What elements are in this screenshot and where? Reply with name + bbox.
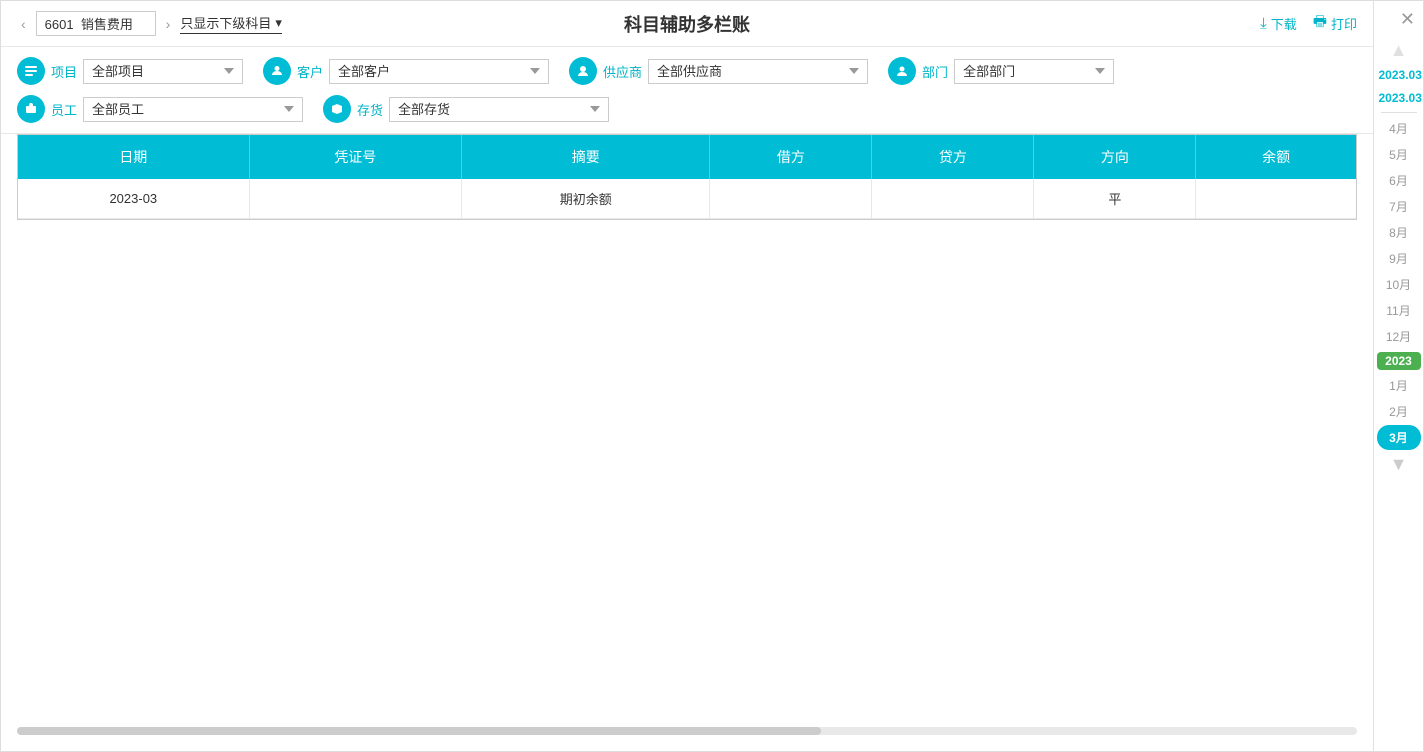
col-direction: 方向 — [1034, 135, 1196, 179]
sidebar-period-2[interactable]: 2023.03 — [1377, 87, 1421, 109]
sidebar-down-arrow[interactable]: ▼ — [1386, 451, 1412, 477]
prev-account-button[interactable]: ‹ — [17, 14, 30, 34]
table-row[interactable]: 2023-03 期初余额 平 — [18, 179, 1356, 219]
project-icon — [17, 57, 45, 85]
supplier-icon — [569, 57, 597, 85]
inventory-icon — [323, 95, 351, 123]
sidebar-month-11[interactable]: 11月 — [1377, 298, 1421, 323]
cell-date: 2023-03 — [18, 179, 249, 219]
sidebar-month-1[interactable]: 1月 — [1377, 373, 1421, 398]
customer-label: 客户 — [297, 62, 323, 81]
filter-project: 项目 全部项目 — [17, 57, 243, 85]
print-label: 打印 — [1331, 14, 1357, 33]
col-debit: 借方 — [710, 135, 872, 179]
scroll-bar-container — [1, 727, 1373, 735]
page-title: 科目辅助多栏账 — [624, 11, 750, 37]
cell-summary: 期初余额 — [462, 179, 710, 219]
customer-icon — [263, 57, 291, 85]
right-sidebar: ✕ ▲ 2023.03 2023.03 4月 5月 6月 7月 8月 9月 10… — [1373, 1, 1423, 751]
department-icon — [888, 57, 916, 85]
sidebar-month-4[interactable]: 4月 — [1377, 116, 1421, 141]
nav-area: ‹ › 只显示下级科目 ▾ — [17, 11, 282, 36]
close-button[interactable]: ✕ — [1400, 9, 1415, 30]
employee-icon — [17, 95, 45, 123]
show-sub-label: 只显示下级科目 — [180, 13, 271, 32]
show-sub-arrow: ▾ — [275, 15, 282, 31]
account-code-input[interactable] — [36, 11, 156, 36]
sidebar-month-12[interactable]: 12月 — [1377, 324, 1421, 349]
project-label: 项目 — [51, 62, 77, 81]
inventory-label: 存货 — [357, 100, 383, 119]
employee-label: 员工 — [51, 100, 77, 119]
download-label: 下载 — [1271, 14, 1297, 33]
col-balance: 余额 — [1196, 135, 1356, 179]
download-icon: ⤓ — [1260, 15, 1267, 32]
sidebar-month-9[interactable]: 9月 — [1377, 246, 1421, 271]
sidebar-year-badge: 2023 — [1377, 352, 1421, 370]
content-area: ‹ › 只显示下级科目 ▾ 科目辅助多栏账 ⤓ 下载 🖶 打印 — [1, 1, 1373, 220]
cell-debit — [710, 179, 872, 219]
sidebar-month-10[interactable]: 10月 — [1377, 272, 1421, 297]
customer-select[interactable]: 全部客户 — [329, 59, 549, 84]
employee-select[interactable]: 全部员工 — [83, 97, 303, 122]
department-label: 部门 — [922, 62, 948, 81]
project-select[interactable]: 全部项目 — [83, 59, 243, 84]
cell-voucher — [249, 179, 461, 219]
sidebar-month-2[interactable]: 2月 — [1377, 399, 1421, 424]
sidebar-month-3-active[interactable]: 3月 — [1377, 425, 1421, 450]
filter-employee: 员工 全部员工 — [17, 95, 303, 123]
col-summary: 摘要 — [462, 135, 710, 179]
scroll-bar-thumb[interactable] — [17, 727, 821, 735]
table-header-row: 日期 凭证号 摘要 借方 贷方 方向 余额 — [18, 135, 1356, 179]
data-table: 日期 凭证号 摘要 借方 贷方 方向 余额 2023-03 期初余额 — [18, 135, 1356, 219]
sidebar-period-1[interactable]: 2023.03 — [1377, 64, 1421, 86]
sidebar-up-arrow[interactable]: ▲ — [1386, 37, 1412, 63]
filter-department: 部门 全部部门 — [888, 57, 1114, 85]
sidebar-month-8[interactable]: 8月 — [1377, 220, 1421, 245]
col-voucher: 凭证号 — [249, 135, 461, 179]
filter-supplier: 供应商 全部供应商 — [569, 57, 868, 85]
sidebar-month-7[interactable]: 7月 — [1377, 194, 1421, 219]
main-container: ✕ ▲ 2023.03 2023.03 4月 5月 6月 7月 8月 9月 10… — [0, 0, 1424, 752]
filter-inventory: 存货 全部存货 — [323, 95, 609, 123]
col-credit: 贷方 — [872, 135, 1034, 179]
department-select[interactable]: 全部部门 — [954, 59, 1114, 84]
next-account-button[interactable]: › — [162, 14, 175, 34]
sidebar-month-6[interactable]: 6月 — [1377, 168, 1421, 193]
sidebar-month-5[interactable]: 5月 — [1377, 142, 1421, 167]
print-button[interactable]: 🖶 打印 — [1313, 11, 1357, 36]
cell-balance — [1196, 179, 1356, 219]
filter-customer: 客户 全部客户 — [263, 57, 549, 85]
download-button[interactable]: ⤓ 下载 — [1260, 14, 1297, 33]
show-sub-dropdown[interactable]: 只显示下级科目 ▾ — [180, 13, 282, 34]
col-date: 日期 — [18, 135, 249, 179]
header: ‹ › 只显示下级科目 ▾ 科目辅助多栏账 ⤓ 下载 🖶 打印 — [1, 1, 1373, 47]
supplier-label: 供应商 — [603, 62, 642, 81]
table-container: 日期 凭证号 摘要 借方 贷方 方向 余额 2023-03 期初余额 — [17, 134, 1357, 220]
filter-area: 项目 全部项目 客户 全部客户 供应商 全 — [1, 47, 1373, 134]
inventory-select[interactable]: 全部存货 — [389, 97, 609, 122]
print-icon: 🖶 — [1313, 11, 1327, 36]
header-actions: ⤓ 下载 🖶 打印 — [1260, 11, 1357, 36]
scroll-bar-track[interactable] — [17, 727, 1357, 735]
cell-direction: 平 — [1034, 179, 1196, 219]
supplier-select[interactable]: 全部供应商 — [648, 59, 868, 84]
cell-credit — [872, 179, 1034, 219]
